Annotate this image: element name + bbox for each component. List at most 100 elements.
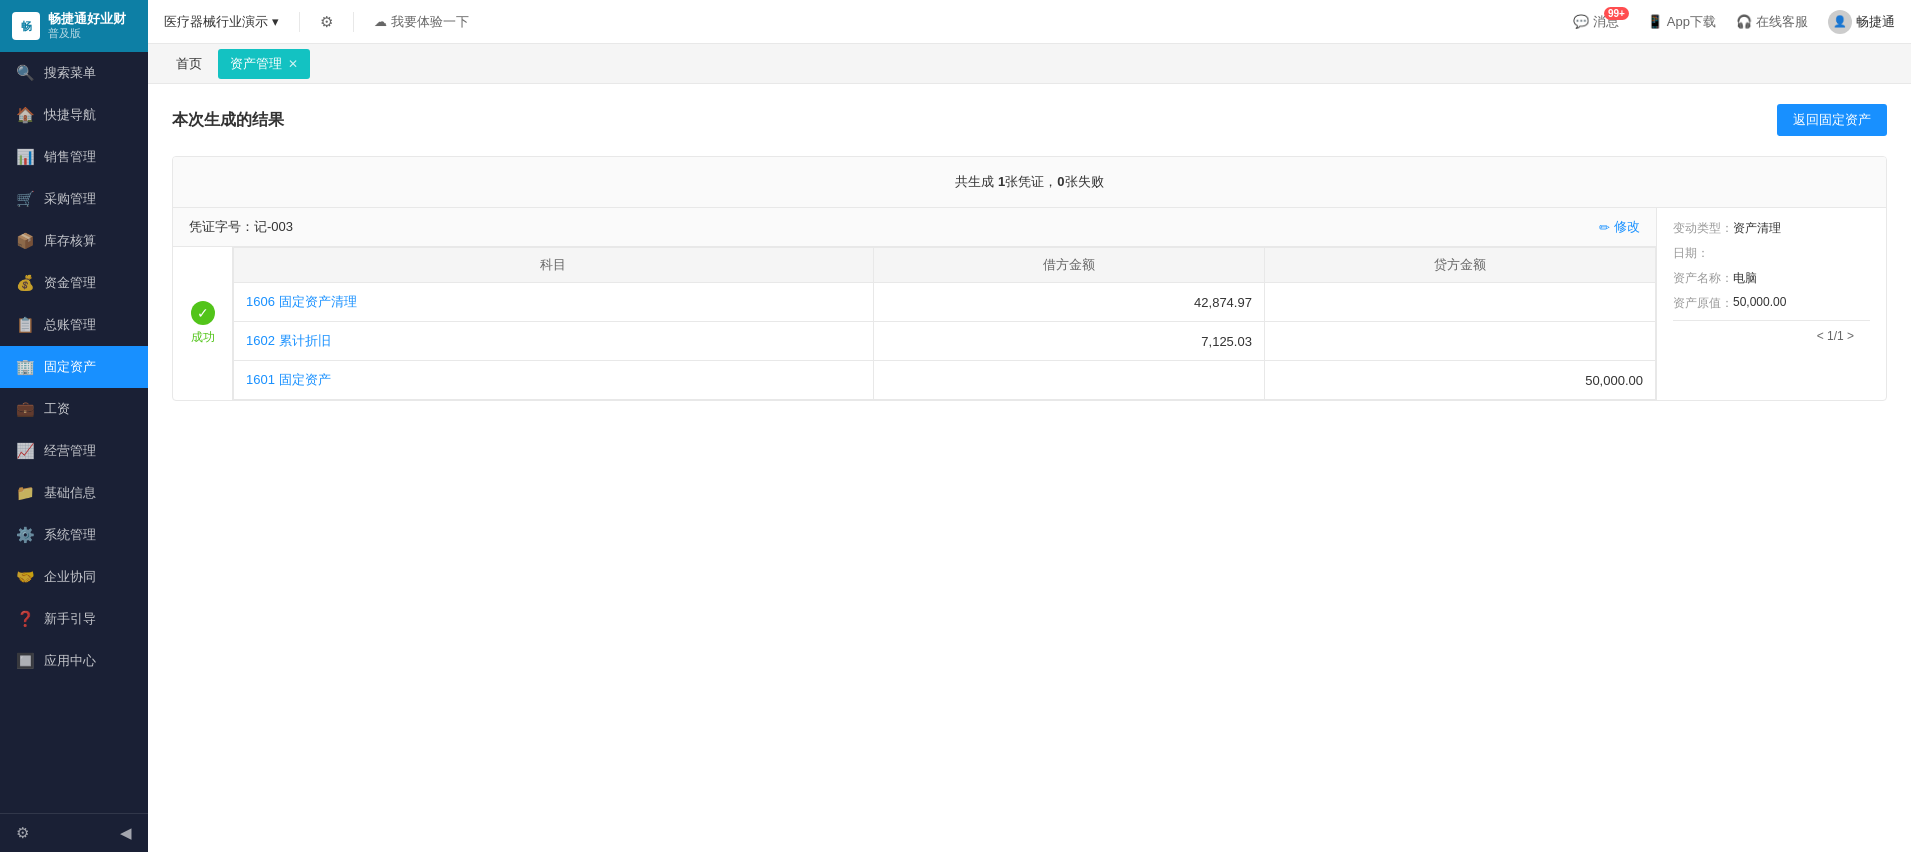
row2-debit: 7,125.03 — [873, 322, 1264, 361]
sidebar-label-guide: 新手引导 — [44, 610, 96, 628]
voucher-container: 凭证字号：记-003 ✏ 修改 ✓ 成功 — [173, 208, 1886, 400]
back-to-fixed-assets-button[interactable]: 返回固定资产 — [1777, 104, 1887, 136]
sidebar-label-search: 搜索菜单 — [44, 64, 96, 82]
edit-icon: ✏ — [1599, 220, 1610, 235]
status-side: ✓ 成功 — [173, 247, 233, 400]
service-icon: 🎧 — [1736, 14, 1752, 29]
asset-name-label: 资产名称： — [1673, 270, 1733, 287]
feedback-button[interactable]: ☁ 我要体验一下 — [374, 13, 469, 31]
sidebar-header: 畅 畅捷通好业财 普及版 — [0, 0, 148, 52]
col-subject: 科目 — [234, 248, 874, 283]
success-text: 成功 — [191, 329, 215, 346]
online-service-action[interactable]: 🎧 在线客服 — [1736, 13, 1808, 31]
sidebar-label-basic-info: 基础信息 — [44, 484, 96, 502]
sidebar-icon-salary: 💼 — [16, 400, 34, 418]
sidebar-label-sales: 销售管理 — [44, 148, 96, 166]
voucher-edit-button[interactable]: ✏ 修改 — [1599, 218, 1640, 236]
sidebar-item-search[interactable]: 🔍 搜索菜单 — [0, 52, 148, 94]
sidebar-icon-inventory: 📦 — [16, 232, 34, 250]
sidebar: 畅 畅捷通好业财 普及版 🔍 搜索菜单 🏠 快捷导航 📊 销售管理 🛒 采购管理… — [0, 0, 148, 852]
table-row: 1602 累计折旧 7,125.03 — [234, 322, 1656, 361]
sidebar-item-guide[interactable]: ❓ 新手引导 — [0, 598, 148, 640]
sidebar-item-basic-info[interactable]: 📁 基础信息 — [0, 472, 148, 514]
sidebar-item-sales[interactable]: 📊 销售管理 — [0, 136, 148, 178]
sidebar-item-quick-nav[interactable]: 🏠 快捷导航 — [0, 94, 148, 136]
row1-debit: 42,874.97 — [873, 283, 1264, 322]
voucher-table-container: 科目 借方金额 贷方金额 1606 固定资产清理 42,874.97 — [233, 247, 1656, 400]
voucher-header: 凭证字号：记-003 ✏ 修改 — [173, 208, 1656, 247]
sidebar-item-inventory[interactable]: 📦 库存核算 — [0, 220, 148, 262]
app-name: 畅捷通好业财 — [48, 11, 126, 27]
tab-asset-mgmt[interactable]: 资产管理 ✕ — [218, 49, 310, 79]
original-value-label: 资产原值： — [1673, 295, 1733, 312]
company-selector[interactable]: 医疗器械行业演示 ▾ — [164, 13, 279, 31]
online-service-label: 在线客服 — [1756, 13, 1808, 31]
page-content: 本次生成的结果 返回固定资产 共生成 1张凭证，0张失败 凭证字号：记-003 … — [148, 84, 1911, 852]
message-action[interactable]: 💬 消息 99+ — [1573, 13, 1619, 31]
sidebar-item-system[interactable]: ⚙️ 系统管理 — [0, 514, 148, 556]
sidebar-icon-guide: ❓ — [16, 610, 34, 628]
row1-credit — [1264, 283, 1655, 322]
sidebar-item-app-center[interactable]: 🔲 应用中心 — [0, 640, 148, 682]
sidebar-icon-system: ⚙️ — [16, 526, 34, 544]
sidebar-item-fixed-assets[interactable]: 🏢 固定资产 — [0, 346, 148, 388]
main-area: 医疗器械行业演示 ▾ ⚙ ☁ 我要体验一下 💬 消息 99+ 📱 App下载 🎧… — [148, 0, 1911, 852]
collapse-icon[interactable]: ◀ — [120, 824, 132, 842]
sidebar-label-fixed-assets: 固定资产 — [44, 358, 96, 376]
sidebar-item-salary[interactable]: 💼 工资 — [0, 388, 148, 430]
sidebar-icon-basic-info: 📁 — [16, 484, 34, 502]
sidebar-icon-fixed-assets: 🏢 — [16, 358, 34, 376]
voucher-table: 科目 借方金额 贷方金额 1606 固定资产清理 42,874.97 — [233, 247, 1656, 400]
pagination[interactable]: < 1/1 > — [1673, 320, 1870, 351]
sidebar-icon-sales: 📊 — [16, 148, 34, 166]
feedback-icon: ☁ — [374, 14, 387, 29]
sidebar-item-enterprise[interactable]: 🤝 企业协同 — [0, 556, 148, 598]
company-name: 医疗器械行业演示 — [164, 13, 268, 31]
sidebar-item-finance[interactable]: 💰 资金管理 — [0, 262, 148, 304]
app-logo: 畅 — [12, 12, 40, 40]
sidebar-icon-finance: 💰 — [16, 274, 34, 292]
sidebar-icon-quick-nav: 🏠 — [16, 106, 34, 124]
app-edition: 普及版 — [48, 26, 126, 41]
fail-count: 0 — [1057, 174, 1064, 189]
sidebar-label-inventory: 库存核算 — [44, 232, 96, 250]
sidebar-item-ledger[interactable]: 📋 总账管理 — [0, 304, 148, 346]
tab-asset-mgmt-label: 资产管理 — [230, 55, 282, 73]
info-change-type: 变动类型： 资产清理 — [1673, 220, 1870, 237]
original-value-value: 50,000.00 — [1733, 295, 1786, 312]
sidebar-label-salary: 工资 — [44, 400, 70, 418]
settings-footer-icon[interactable]: ⚙ — [16, 824, 29, 842]
sidebar-icon-ops: 📈 — [16, 442, 34, 460]
col-debit: 借方金额 — [873, 248, 1264, 283]
sidebar-icon-search: 🔍 — [16, 64, 34, 82]
tab-close-icon[interactable]: ✕ — [288, 57, 298, 71]
row3-subject: 1601 固定资产 — [234, 361, 874, 400]
row2-subject: 1602 累计折旧 — [234, 322, 874, 361]
app-download-action[interactable]: 📱 App下载 — [1647, 13, 1716, 31]
sidebar-icon-ledger: 📋 — [16, 316, 34, 334]
voucher-main: 凭证字号：记-003 ✏ 修改 ✓ 成功 — [173, 208, 1656, 400]
download-icon: 📱 — [1647, 14, 1663, 29]
voucher-body: ✓ 成功 科目 借方金额 贷方金额 — [173, 247, 1656, 400]
app-download-label: App下载 — [1667, 13, 1716, 31]
sidebar-icon-enterprise: 🤝 — [16, 568, 34, 586]
user-avatar: 👤 — [1828, 10, 1852, 34]
sidebar-item-purchase[interactable]: 🛒 采购管理 — [0, 178, 148, 220]
change-type-value: 资产清理 — [1733, 220, 1781, 237]
tab-home[interactable]: 首页 — [164, 49, 214, 79]
topbar-settings-icon[interactable]: ⚙ — [320, 13, 333, 31]
sidebar-label-quick-nav: 快捷导航 — [44, 106, 96, 124]
result-panel: 共生成 1张凭证，0张失败 凭证字号：记-003 ✏ 修改 — [172, 156, 1887, 401]
sidebar-icon-app-center: 🔲 — [16, 652, 34, 670]
asset-name-value: 电脑 — [1733, 270, 1757, 287]
sidebar-item-ops[interactable]: 📈 经营管理 — [0, 430, 148, 472]
success-icon: ✓ — [191, 301, 215, 325]
change-type-label: 变动类型： — [1673, 220, 1733, 237]
user-profile[interactable]: 👤 畅捷通 — [1828, 10, 1895, 34]
sidebar-label-enterprise: 企业协同 — [44, 568, 96, 586]
message-icon: 💬 — [1573, 14, 1589, 29]
page-header: 本次生成的结果 返回固定资产 — [172, 104, 1887, 136]
app-title-group: 畅捷通好业财 普及版 — [48, 11, 126, 42]
page-title: 本次生成的结果 — [172, 110, 284, 131]
topbar: 医疗器械行业演示 ▾ ⚙ ☁ 我要体验一下 💬 消息 99+ 📱 App下载 🎧… — [148, 0, 1911, 44]
